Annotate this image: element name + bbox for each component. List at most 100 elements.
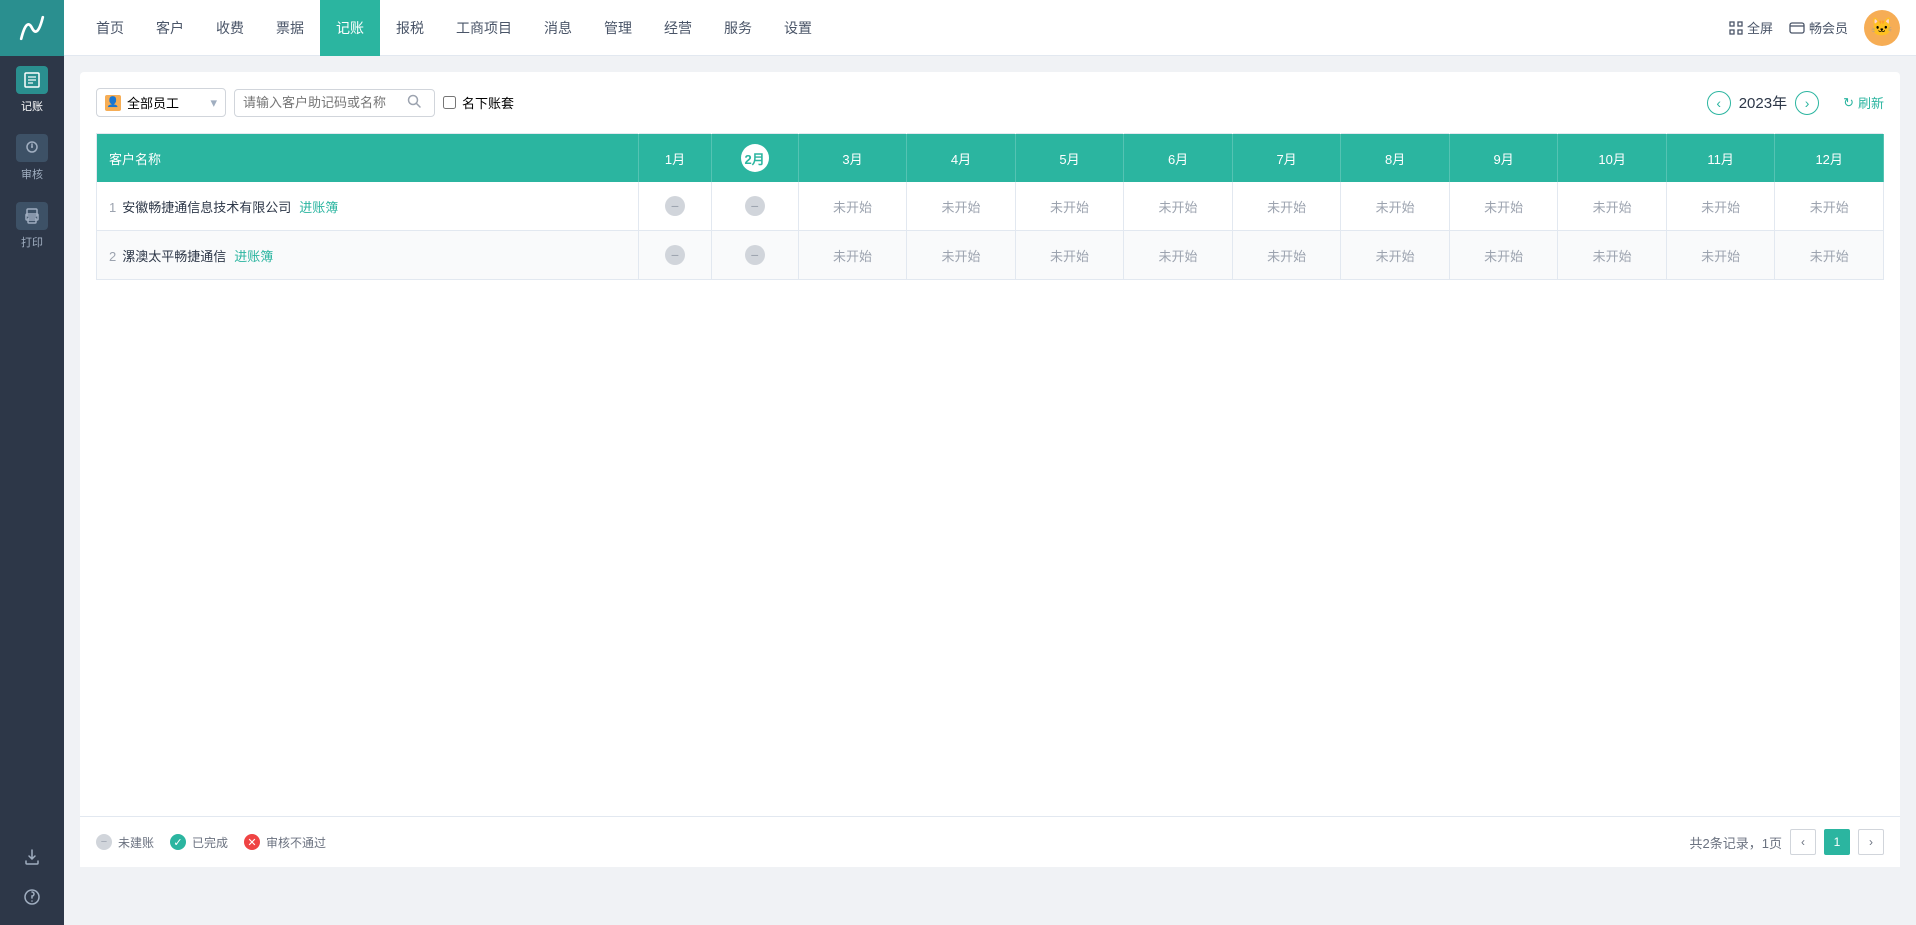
- enter-ledger-link[interactable]: 进账簿: [234, 249, 273, 264]
- nav-items: 首页 客户 收费 票据 记账 报税 工商项目 消息 管理 经营 服务 设置: [80, 0, 1729, 56]
- nav-clients[interactable]: 客户: [140, 0, 200, 56]
- cell-month-5: 未开始: [1015, 231, 1124, 280]
- sidebar-bottom: [0, 839, 64, 925]
- employee-select[interactable]: 👤 全部员工 ▾: [96, 88, 226, 117]
- footer: − 未建账 ✓ 已完成 ✕ 审核不通过 共2条记录，1页 ‹ 1 ›: [80, 816, 1900, 867]
- prev-year-button[interactable]: ‹: [1707, 91, 1731, 115]
- status-not-started: 未开始: [942, 200, 981, 215]
- cell-month-8: 未开始: [1341, 182, 1450, 231]
- search-button[interactable]: [403, 94, 426, 112]
- status-not-started: 未开始: [1159, 249, 1198, 264]
- legend-not-built: − 未建账: [96, 834, 154, 851]
- table-row: 2漯澳太平畅捷通信进账簿−−未开始未开始未开始未开始未开始未开始未开始未开始未开…: [97, 231, 1884, 280]
- status-not-started: 未开始: [1376, 200, 1415, 215]
- nav-message[interactable]: 消息: [528, 0, 588, 56]
- enter-ledger-link[interactable]: 进账簿: [299, 200, 338, 215]
- subordinate-checkbox[interactable]: [443, 96, 456, 109]
- user-avatar[interactable]: 🐱: [1864, 10, 1900, 46]
- legend-done: ✓ 已完成: [170, 834, 228, 851]
- cell-month-4: 未开始: [907, 231, 1016, 280]
- table-header-row: 客户名称 1月 2月 3月 4月 5月 6月 7月 8月 9月 10月: [97, 134, 1884, 183]
- sidebar-item-print[interactable]: 打印: [0, 192, 64, 260]
- nav-billing[interactable]: 收费: [200, 0, 260, 56]
- client-name: 漯澳太平畅捷通信: [122, 249, 226, 264]
- subordinate-checkbox-wrap[interactable]: 名下账套: [443, 93, 514, 112]
- year-display: 2023年: [1739, 92, 1787, 113]
- nav-tax[interactable]: 报税: [380, 0, 440, 56]
- cell-client-name: 2漯澳太平畅捷通信进账簿: [97, 231, 639, 280]
- cell-month-12: 未开始: [1775, 231, 1884, 280]
- nav-invoice[interactable]: 票据: [260, 0, 320, 56]
- search-input[interactable]: [243, 95, 403, 110]
- cell-month-7: 未开始: [1232, 182, 1341, 231]
- status-dot-not-built: −: [745, 196, 765, 216]
- col-header-mar: 3月: [798, 134, 907, 183]
- fullscreen-button[interactable]: 全屏: [1729, 18, 1773, 37]
- refresh-button[interactable]: ↻ 刷新: [1843, 93, 1884, 112]
- done-label: 已完成: [192, 834, 228, 851]
- cell-month-4: 未开始: [907, 182, 1016, 231]
- sidebar-item-download[interactable]: [0, 839, 64, 875]
- status-not-started: 未开始: [1050, 200, 1089, 215]
- logo[interactable]: [0, 0, 64, 56]
- status-not-started: 未开始: [1050, 249, 1089, 264]
- nav-business[interactable]: 工商项目: [440, 0, 528, 56]
- status-not-started: 未开始: [1593, 249, 1632, 264]
- nav-service[interactable]: 服务: [708, 0, 768, 56]
- row-num: 1: [109, 200, 116, 215]
- status-not-started: 未开始: [1159, 200, 1198, 215]
- top-nav: 首页 客户 收费 票据 记账 报税 工商项目 消息 管理 经营 服务 设置 全屏…: [64, 0, 1916, 56]
- next-page-button[interactable]: ›: [1858, 829, 1884, 855]
- col-header-nov: 11月: [1666, 134, 1775, 183]
- cell-month-10: 未开始: [1558, 182, 1667, 231]
- col-header-oct: 10月: [1558, 134, 1667, 183]
- cell-month-2[interactable]: −: [711, 231, 798, 280]
- member-button[interactable]: 畅会员: [1789, 18, 1848, 37]
- cell-month-6: 未开始: [1124, 231, 1233, 280]
- data-table: 客户名称 1月 2月 3月 4月 5月 6月 7月 8月 9月 10月: [96, 133, 1884, 280]
- nav-home[interactable]: 首页: [80, 0, 140, 56]
- prev-page-button[interactable]: ‹: [1790, 829, 1816, 855]
- sidebar-item-support[interactable]: [0, 879, 64, 915]
- cell-month-8: 未开始: [1341, 231, 1450, 280]
- client-name: 安徽畅捷通信息技术有限公司: [122, 200, 291, 215]
- sidebar-item-print-label: 打印: [21, 234, 43, 250]
- cell-month-1[interactable]: −: [639, 231, 711, 280]
- sidebar-item-audit[interactable]: 审核: [0, 124, 64, 192]
- status-not-started: 未开始: [1593, 200, 1632, 215]
- cell-month-2[interactable]: −: [711, 182, 798, 231]
- status-not-started: 未开始: [833, 249, 872, 264]
- employee-icon: 👤: [105, 95, 121, 111]
- status-not-started: 未开始: [1484, 249, 1523, 264]
- status-not-started: 未开始: [1267, 249, 1306, 264]
- col-header-feb: 2月: [711, 134, 798, 183]
- cell-month-9: 未开始: [1449, 231, 1558, 280]
- rejected-icon: ✕: [244, 834, 260, 850]
- nav-manage[interactable]: 管理: [588, 0, 648, 56]
- employee-label: 全部员工: [127, 93, 179, 112]
- cell-month-3: 未开始: [798, 182, 907, 231]
- nav-settings[interactable]: 设置: [768, 0, 828, 56]
- status-not-started: 未开始: [1376, 249, 1415, 264]
- cell-month-7: 未开始: [1232, 231, 1341, 280]
- not-built-icon: −: [96, 834, 112, 850]
- member-label: 畅会员: [1809, 18, 1848, 37]
- cell-month-11: 未开始: [1666, 231, 1775, 280]
- main-card: 👤 全部员工 ▾ 名下账套 ‹ 2023年 ›: [80, 72, 1900, 867]
- cell-month-10: 未开始: [1558, 231, 1667, 280]
- status-not-started: 未开始: [1810, 200, 1849, 215]
- col-header-jan: 1月: [639, 134, 711, 183]
- not-built-label: 未建账: [118, 834, 154, 851]
- status-not-started: 未开始: [1267, 200, 1306, 215]
- next-year-button[interactable]: ›: [1795, 91, 1819, 115]
- done-icon: ✓: [170, 834, 186, 850]
- nav-ledger[interactable]: 记账: [320, 0, 380, 56]
- nav-operation[interactable]: 经营: [648, 0, 708, 56]
- page-1-button[interactable]: 1: [1824, 829, 1850, 855]
- status-not-started: 未开始: [1484, 200, 1523, 215]
- status-dot-not-built: −: [665, 245, 685, 265]
- cell-month-1[interactable]: −: [639, 182, 711, 231]
- sidebar-item-ledger[interactable]: 记账: [0, 56, 64, 124]
- chevron-down-icon: ▾: [210, 95, 217, 111]
- status-not-started: 未开始: [942, 249, 981, 264]
